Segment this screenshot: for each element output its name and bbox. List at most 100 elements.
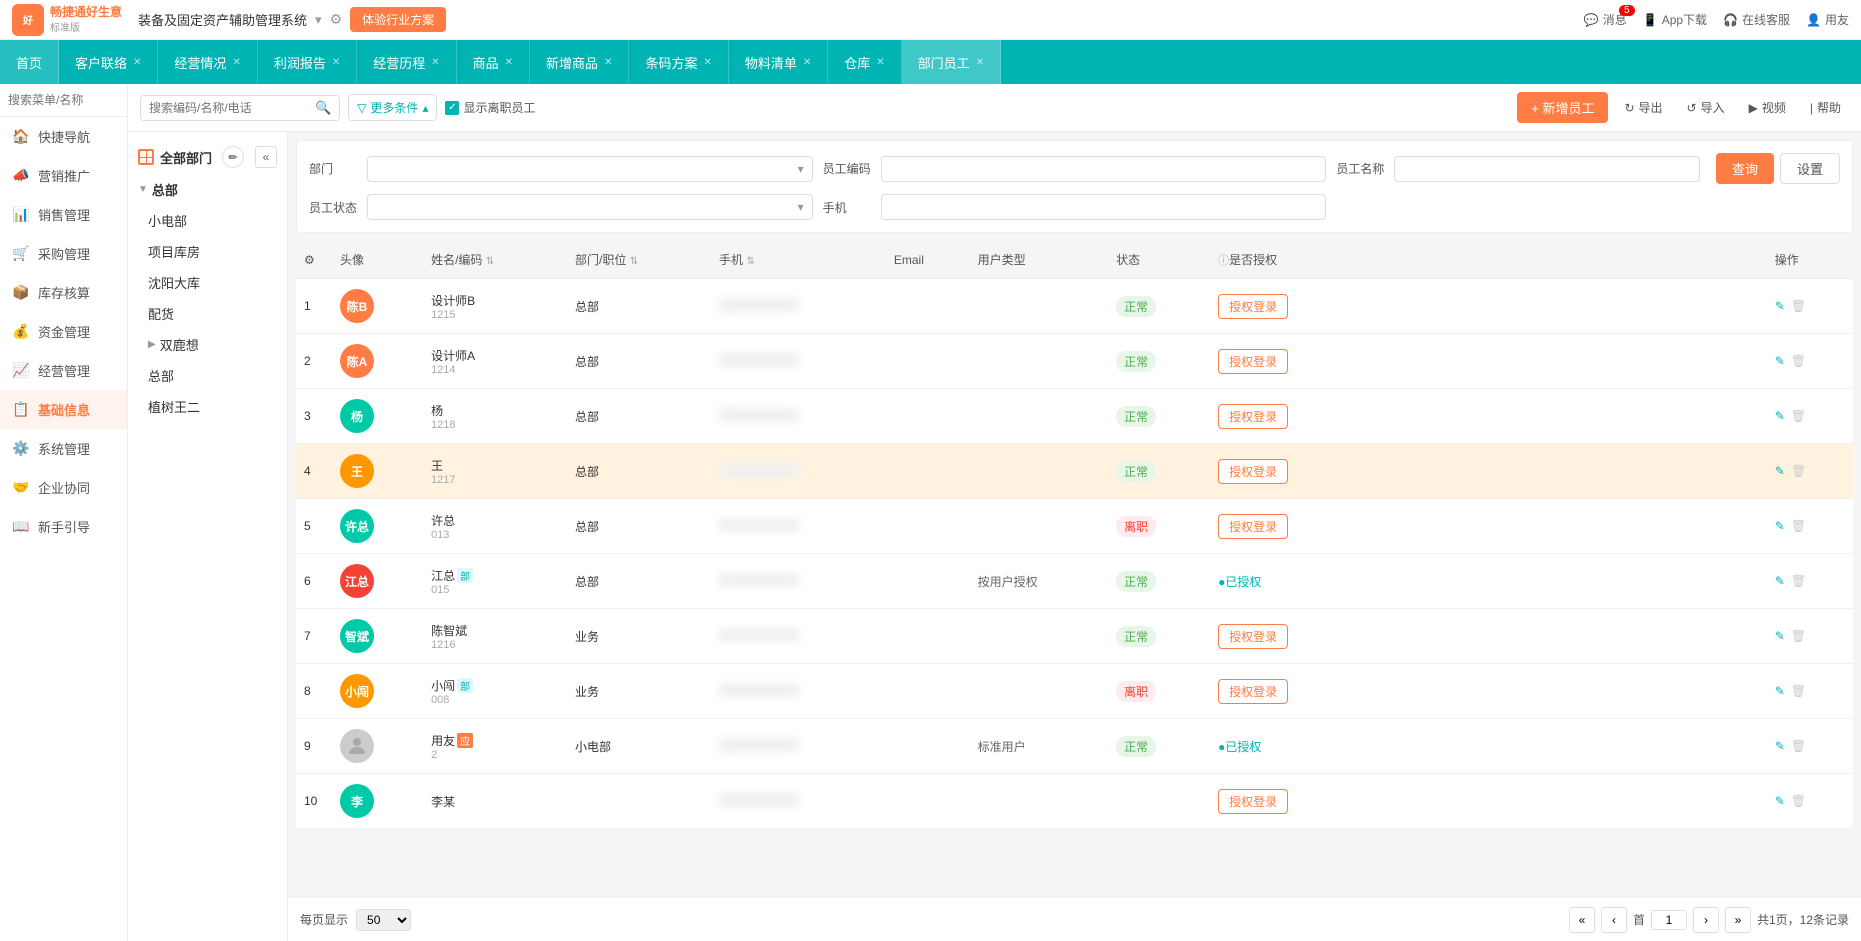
sidebar-search-input[interactable]: [8, 93, 128, 107]
help-btn[interactable]: | 帮助: [1802, 95, 1849, 120]
auth-login-button[interactable]: 授权登录: [1218, 404, 1288, 429]
tab-warehouse[interactable]: 仓库✕: [828, 40, 901, 84]
per-page-select[interactable]: 50 100: [356, 909, 411, 931]
dept-item-xiaodian[interactable]: 小电部: [128, 205, 287, 236]
tab-profit-close[interactable]: ✕: [332, 57, 340, 68]
auth-login-button[interactable]: 授权登录: [1218, 624, 1288, 649]
tab-operation-close[interactable]: ✕: [232, 57, 240, 68]
edit-button[interactable]: ✎: [1775, 354, 1785, 368]
tab-history-close[interactable]: ✕: [431, 57, 439, 68]
edit-button[interactable]: ✎: [1775, 629, 1785, 643]
service-item[interactable]: 🎧 在线客服: [1723, 11, 1790, 28]
search-input[interactable]: [149, 101, 309, 115]
dept-edit-icon[interactable]: ✏: [222, 146, 244, 168]
empname-filter-input[interactable]: [1394, 156, 1700, 182]
delete-button[interactable]: 🗑: [1791, 739, 1806, 753]
tab-barcode-close[interactable]: ✕: [703, 57, 711, 68]
dropdown-arrow-icon[interactable]: ▾: [315, 12, 322, 28]
set-button[interactable]: 设置: [1780, 153, 1840, 184]
auth-login-button[interactable]: 授权登录: [1218, 294, 1288, 319]
dept-item-shuanglu[interactable]: ▶ 双鹿想: [128, 329, 287, 360]
sidebar-item-collab[interactable]: 🤝 企业协同: [0, 468, 127, 507]
sidebar-item-marketing[interactable]: 📣 营销推广: [0, 156, 127, 195]
dept-tree-collapse-btn[interactable]: «: [255, 146, 277, 168]
sidebar-item-business[interactable]: 📈 经营管理: [0, 351, 127, 390]
page-input[interactable]: [1651, 910, 1687, 930]
th-dept-position[interactable]: 部门/职位 ⇅: [567, 241, 711, 279]
resigned-checkbox[interactable]: ✓: [445, 101, 459, 115]
edit-button[interactable]: ✎: [1775, 574, 1785, 588]
auth-login-button[interactable]: 授权登录: [1218, 349, 1288, 374]
edit-button[interactable]: ✎: [1775, 409, 1785, 423]
sidebar-item-navigation[interactable]: 🏠 快捷导航: [0, 117, 127, 156]
edit-button[interactable]: ✎: [1775, 794, 1785, 808]
show-resigned-toggle[interactable]: ✓ 显示离职员工: [445, 99, 535, 116]
edit-button[interactable]: ✎: [1775, 684, 1785, 698]
tab-goods[interactable]: 商品✕: [457, 40, 530, 84]
th-name-code[interactable]: 姓名/编码 ⇅: [423, 241, 567, 279]
auth-login-button[interactable]: 授权登录: [1218, 459, 1288, 484]
export-btn[interactable]: ↻ 导出: [1616, 95, 1670, 120]
sidebar-item-basic[interactable]: 📋 基础信息: [0, 390, 127, 429]
sidebar-item-inventory[interactable]: 📦 库存核算: [0, 273, 127, 312]
tab-barcode[interactable]: 条码方案✕: [629, 40, 728, 84]
dept-filter-select[interactable]: ▾: [367, 156, 813, 182]
auth-login-button[interactable]: 授权登录: [1218, 789, 1288, 814]
delete-button[interactable]: 🗑: [1791, 519, 1806, 533]
dept-item-zhishu[interactable]: 植树王二: [128, 391, 287, 422]
sidebar-item-guide[interactable]: 📖 新手引导: [0, 507, 127, 546]
tab-customer-close[interactable]: ✕: [133, 57, 141, 68]
tab-add-goods-close[interactable]: ✕: [604, 57, 612, 68]
tab-warehouse-close[interactable]: ✕: [876, 57, 884, 68]
dept-item-root[interactable]: ▼ 总部: [128, 174, 287, 205]
sidebar-search-box[interactable]: 🔍: [0, 84, 127, 117]
delete-button[interactable]: 🗑: [1791, 409, 1806, 423]
import-btn[interactable]: ↺ 导入: [1679, 95, 1733, 120]
sidebar-item-purchase[interactable]: 🛒 采购管理: [0, 234, 127, 273]
tab-add-goods[interactable]: 新增商品✕: [530, 40, 629, 84]
empstatus-filter-select[interactable]: ▾: [367, 194, 813, 220]
delete-button[interactable]: 🗑: [1791, 464, 1806, 478]
dept-item-shenyang[interactable]: 沈阳大库: [128, 267, 287, 298]
query-button[interactable]: 查询: [1716, 153, 1774, 184]
tab-home[interactable]: 首页: [0, 40, 59, 84]
prev-page-btn[interactable]: ‹: [1601, 907, 1627, 933]
tab-customer[interactable]: 客户联络✕: [59, 40, 158, 84]
user-item[interactable]: 👤 用友: [1806, 11, 1849, 28]
th-settings[interactable]: ⚙: [296, 241, 332, 279]
edit-button[interactable]: ✎: [1775, 299, 1785, 313]
delete-button[interactable]: 🗑: [1791, 299, 1806, 313]
tab-bom[interactable]: 物料清单✕: [729, 40, 828, 84]
sidebar-item-finance[interactable]: 💰 资金管理: [0, 312, 127, 351]
delete-button[interactable]: 🗑: [1791, 574, 1806, 588]
search-box[interactable]: 🔍: [140, 95, 340, 121]
dept-item-zongbu[interactable]: 总部: [128, 360, 287, 391]
tab-profit[interactable]: 利润报告✕: [258, 40, 357, 84]
auth-login-button[interactable]: 授权登录: [1218, 679, 1288, 704]
delete-button[interactable]: 🗑: [1791, 794, 1806, 808]
tab-history[interactable]: 经营历程✕: [357, 40, 456, 84]
first-page-btn[interactable]: «: [1569, 907, 1595, 933]
tab-goods-close[interactable]: ✕: [505, 57, 513, 68]
message-item[interactable]: 💬 5 消息: [1584, 11, 1627, 28]
delete-button[interactable]: 🗑: [1791, 684, 1806, 698]
sidebar-item-system[interactable]: ⚙️ 系统管理: [0, 429, 127, 468]
th-phone[interactable]: 手机 ⇅: [711, 241, 886, 279]
delete-button[interactable]: 🗑: [1791, 354, 1806, 368]
empcode-filter-input[interactable]: [881, 156, 1327, 182]
add-employee-button[interactable]: + 新增员工: [1517, 92, 1608, 123]
tab-dept-staff[interactable]: 部门员工✕: [902, 40, 1001, 84]
view-btn[interactable]: ▶ 视频: [1741, 95, 1794, 120]
sidebar-item-sales[interactable]: 📊 销售管理: [0, 195, 127, 234]
tab-bom-close[interactable]: ✕: [803, 57, 811, 68]
settings-icon[interactable]: ⚙: [330, 11, 343, 28]
next-page-btn[interactable]: ›: [1693, 907, 1719, 933]
last-page-btn[interactable]: »: [1725, 907, 1751, 933]
edit-button[interactable]: ✎: [1775, 464, 1785, 478]
trial-button[interactable]: 体验行业方案: [350, 7, 446, 32]
tab-dept-staff-close[interactable]: ✕: [976, 57, 984, 68]
edit-button[interactable]: ✎: [1775, 519, 1785, 533]
edit-button[interactable]: ✎: [1775, 739, 1785, 753]
dept-item-project[interactable]: 项目库房: [128, 236, 287, 267]
delete-button[interactable]: 🗑: [1791, 629, 1806, 643]
